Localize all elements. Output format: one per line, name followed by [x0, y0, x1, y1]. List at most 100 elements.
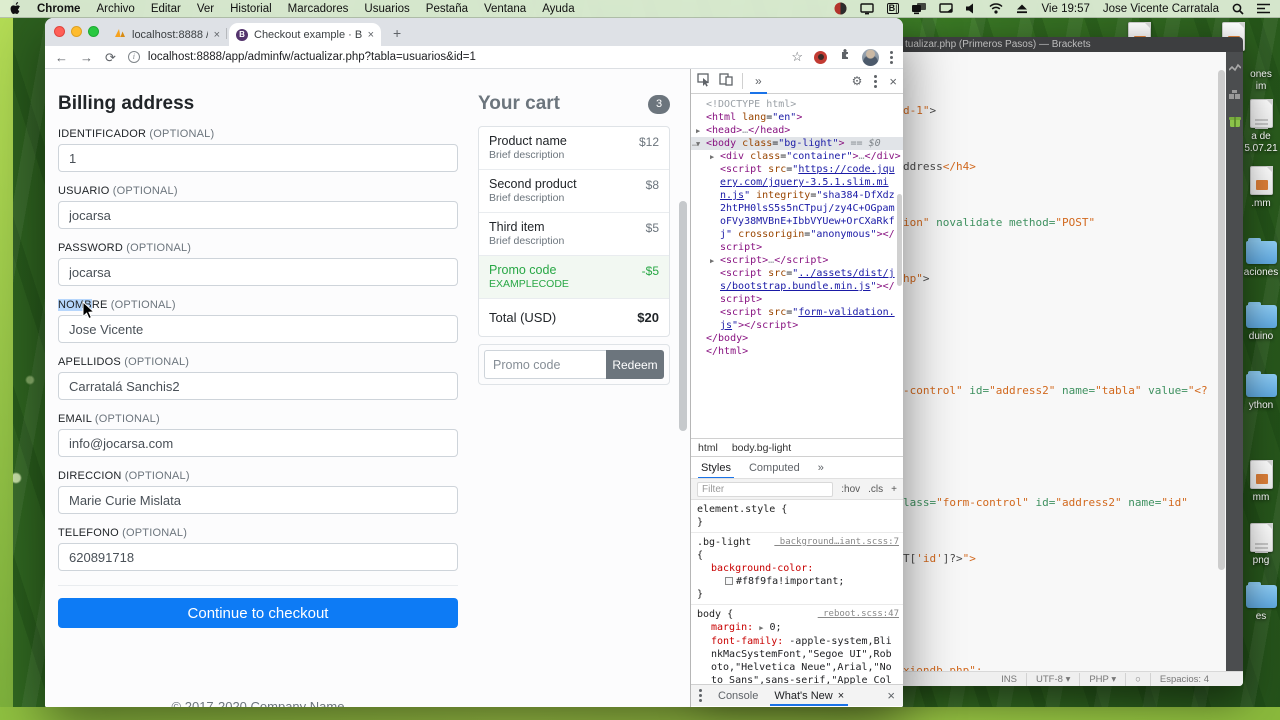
profile-avatar[interactable]	[862, 48, 879, 66]
dom-node-row[interactable]: ▶ <script>…</script>	[691, 254, 903, 267]
expand-arrow-icon[interactable]: ▶	[759, 624, 763, 632]
dom-node-row[interactable]: <script src="https://code.jquery.com/jqu…	[691, 163, 903, 254]
back-icon[interactable]: ←	[55, 51, 68, 64]
more-tabs-icon[interactable]: »	[818, 462, 824, 474]
css-property[interactable]: margin:	[711, 622, 753, 633]
menu-bar-user[interactable]: Jose Vicente Carratala	[1103, 3, 1219, 15]
statusbar-item[interactable]: UTF-8 ▾	[1026, 672, 1079, 686]
dom-node-row[interactable]: </html>	[691, 345, 903, 358]
menu-item[interactable]: Editar	[151, 3, 181, 15]
dom-node-row[interactable]: <html lang="en">	[691, 111, 903, 124]
devtools-tree-scrollbar[interactable]	[897, 194, 902, 286]
extension-icon-red[interactable]	[814, 50, 827, 64]
dom-node-row[interactable]: … ▼ <body class="bg-light"> == $0	[691, 137, 903, 150]
extension-manager-icon[interactable]	[1228, 87, 1241, 105]
extension-update-icon[interactable]	[1228, 114, 1241, 132]
live-preview-icon[interactable]	[1227, 60, 1242, 78]
toggle-class-button[interactable]: .cls	[868, 484, 883, 495]
page-scrollbar[interactable]	[679, 201, 687, 431]
bookmark-star-icon[interactable]: ☆	[791, 49, 803, 65]
continue-to-checkout-button[interactable]: Continue to checkout	[58, 598, 458, 628]
close-whats-new-icon[interactable]: ×	[838, 690, 844, 702]
dom-node-row[interactable]: </body>	[691, 332, 903, 345]
drawer-menu-icon[interactable]	[699, 689, 702, 692]
tab-checkout-example[interactable]: B Checkout example · Bootstrap ×	[229, 23, 381, 46]
field-input[interactable]	[58, 486, 458, 514]
zoom-window-button[interactable]	[88, 26, 99, 37]
menu-item[interactable]: Ventana	[484, 3, 526, 15]
new-tab-button[interactable]: +	[393, 26, 401, 40]
menu-item[interactable]: Historial	[230, 3, 272, 15]
dom-node-row[interactable]: <!DOCTYPE html>	[691, 98, 903, 111]
style-rule-body[interactable]: _reboot.scss:47 body { margin: ▶ 0; font…	[691, 605, 903, 684]
field-input[interactable]	[58, 315, 458, 343]
volume-icon[interactable]	[966, 3, 976, 14]
tab-computed[interactable]: Computed	[749, 462, 800, 474]
css-property[interactable]: font-family:	[711, 636, 783, 647]
devtools-menu-icon[interactable]	[874, 74, 878, 78]
spotlight-search-icon[interactable]	[1232, 3, 1244, 15]
menu-item[interactable]: Archivo	[96, 3, 134, 15]
close-window-button[interactable]	[54, 26, 65, 37]
style-rule-element[interactable]: element.style { }	[691, 500, 903, 533]
reload-icon[interactable]: ⟳	[105, 51, 116, 64]
recording-status-icon[interactable]	[834, 2, 847, 15]
field-input[interactable]	[58, 258, 458, 286]
brackets-code-editor[interactable]: d-1"> ddress</h4> ion" novalidate method…	[903, 62, 1216, 671]
close-tab-icon[interactable]: ×	[214, 29, 220, 41]
statusbar-item[interactable]: PHP ▾	[1079, 672, 1125, 686]
eject-icon[interactable]	[1016, 3, 1028, 14]
promo-code-input[interactable]	[484, 350, 606, 379]
statusbar-item[interactable]: INS	[992, 673, 1026, 686]
screen-mirroring-icon[interactable]	[939, 2, 954, 15]
breadcrumb[interactable]: body.bg-light	[725, 442, 798, 454]
color-swatch[interactable]	[725, 577, 733, 585]
field-input[interactable]	[58, 543, 458, 571]
displays-stack-icon[interactable]	[912, 2, 927, 15]
menu-bar-clock[interactable]: Vie 19:57	[1041, 3, 1089, 15]
close-tab-icon[interactable]: ×	[368, 29, 374, 41]
dom-node-row[interactable]: ▶ <div class="container">…</div>	[691, 150, 903, 163]
menu-item[interactable]: Pestaña	[426, 3, 468, 15]
field-input[interactable]	[58, 144, 458, 172]
close-drawer-icon[interactable]: ×	[887, 688, 895, 703]
forward-icon[interactable]: →	[80, 51, 93, 64]
tab-phpmyadmin[interactable]: localhost:8888 / localhost / cu ×	[107, 23, 227, 46]
menu-item[interactable]: Marcadores	[288, 3, 349, 15]
display-icon[interactable]	[859, 2, 874, 15]
menu-item[interactable]: Ayuda	[542, 3, 574, 15]
drawer-tab-console[interactable]: Console	[718, 690, 758, 702]
rule-source-link[interactable]: _reboot.scss:47	[818, 608, 899, 621]
dom-node-row[interactable]: ▶ <head>…</head>	[691, 124, 903, 137]
minimize-window-button[interactable]	[71, 26, 82, 37]
devtools-close-icon[interactable]: ×	[889, 74, 897, 89]
dom-node-row[interactable]: <script src="form-validation.js"></scrip…	[691, 306, 903, 332]
dom-node-row[interactable]: <script src="../assets/dist/js/bootstrap…	[691, 267, 903, 306]
rule-source-link[interactable]: _background…iant.scss:7	[774, 536, 899, 549]
statusbar-item[interactable]: Espacios: 4	[1149, 672, 1218, 686]
inspect-element-icon[interactable]	[697, 72, 710, 90]
tab-styles[interactable]: Styles	[698, 462, 734, 479]
chrome-menu-icon[interactable]	[890, 50, 893, 54]
statusbar-item[interactable]: ○	[1125, 672, 1150, 686]
devtools-settings-gear-icon[interactable]: ⚙	[852, 74, 863, 88]
more-panels-icon[interactable]: »	[750, 74, 767, 94]
notification-center-icon[interactable]	[1257, 3, 1270, 14]
toggle-hover-state-button[interactable]: :hov	[841, 484, 860, 495]
new-style-rule-button[interactable]: +	[891, 484, 897, 495]
field-input[interactable]	[58, 372, 458, 400]
style-rule-bg-light[interactable]: _background…iant.scss:7 .bg-light { back…	[691, 533, 903, 605]
menu-item[interactable]: Usuarios	[364, 3, 409, 15]
css-property[interactable]: background-color:	[711, 563, 813, 574]
site-info-icon[interactable]: i	[127, 51, 140, 63]
field-input[interactable]	[58, 201, 458, 229]
css-value[interactable]: #f8f9fa!important;	[736, 576, 844, 587]
apple-menu-icon[interactable]	[10, 2, 21, 15]
url-input[interactable]: localhost:8888/app/adminfw/actualizar.ph…	[148, 51, 779, 63]
wifi-icon[interactable]	[989, 3, 1003, 14]
keyboard-input-icon[interactable]: B|	[886, 3, 900, 14]
menu-item[interactable]: Ver	[197, 3, 214, 15]
device-toolbar-icon[interactable]	[719, 73, 733, 89]
drawer-tab-whats-new[interactable]: What's New ×	[770, 690, 848, 706]
css-value[interactable]: 0;	[769, 622, 781, 633]
